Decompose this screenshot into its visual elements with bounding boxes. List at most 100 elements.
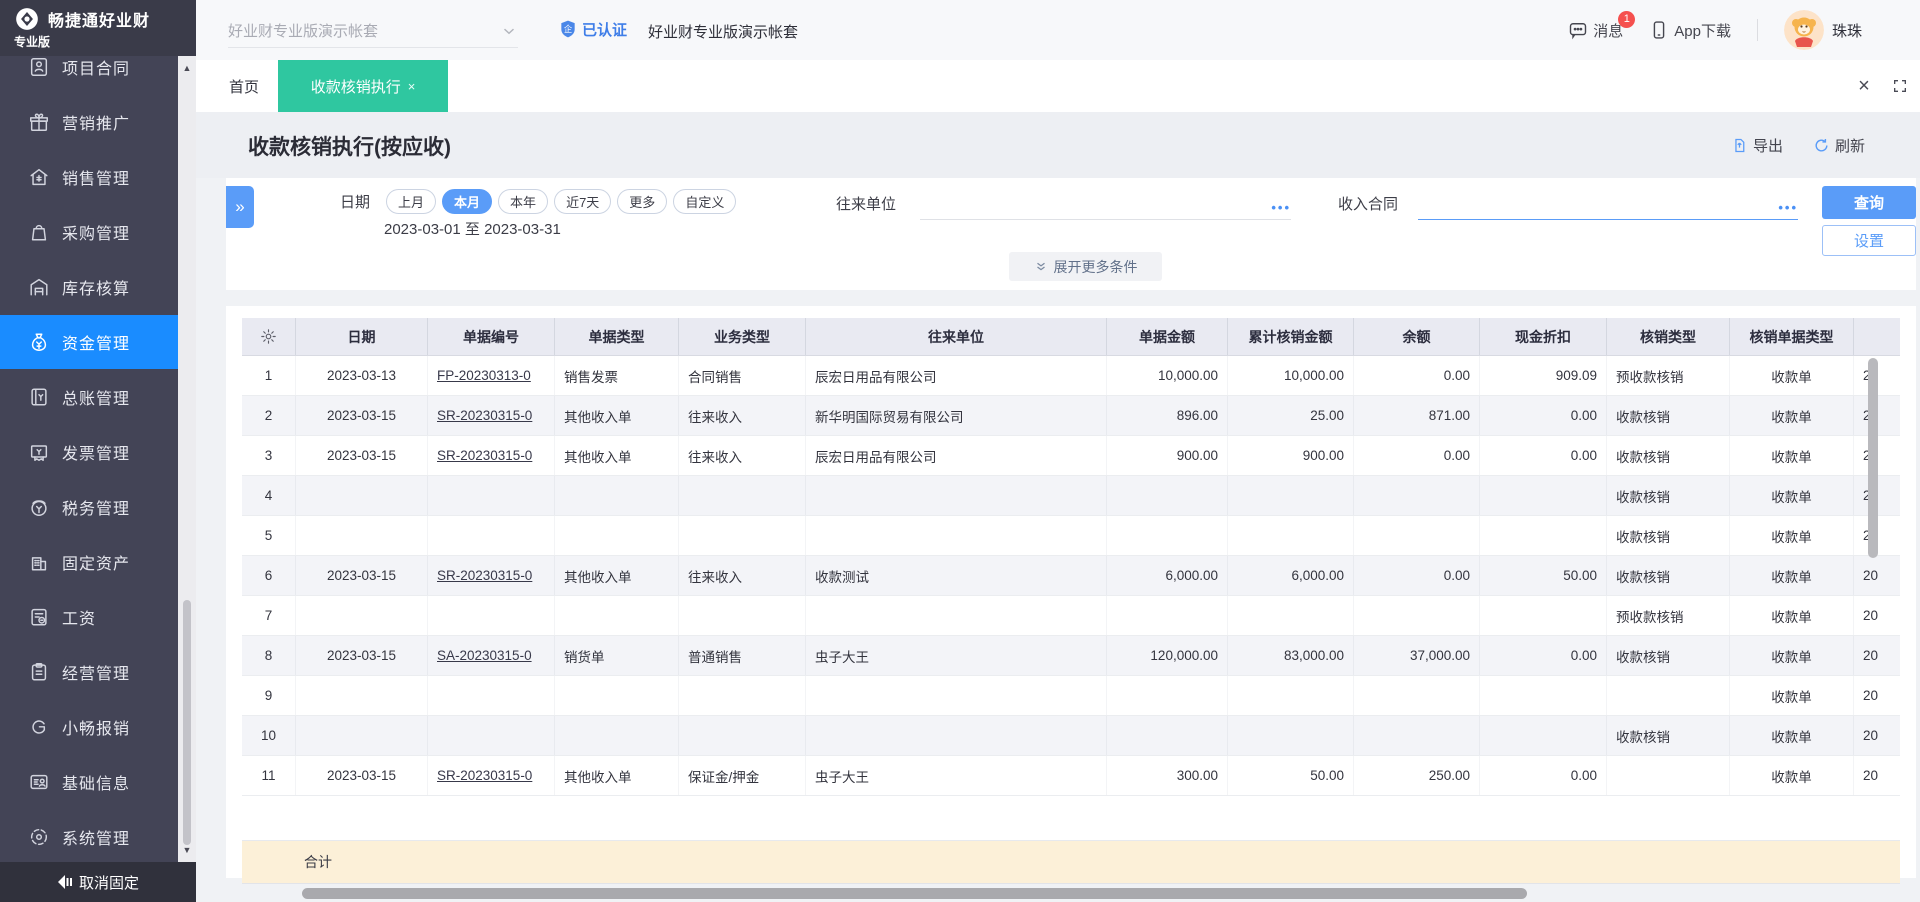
table-cell [555, 596, 679, 635]
export-button[interactable]: 导出 [1731, 135, 1783, 156]
table-cell: 其他收入单 [555, 436, 679, 475]
document-number-link[interactable]: SR-20230315-0 [437, 408, 532, 423]
refresh-button[interactable]: 刷新 [1813, 135, 1865, 156]
table-row[interactable]: 12023-03-13FP-20230313-0销售发票合同销售辰宏日用品有限公… [242, 356, 1900, 396]
table-cell: 收款单 [1730, 676, 1854, 715]
table-row[interactable]: 5收款核销收款单20 [242, 516, 1900, 556]
account-select[interactable]: 好业财专业版演示帐套 [228, 14, 518, 48]
expand-filter-sidebar-button[interactable]: » [226, 186, 254, 228]
row-number-cell: 7 [242, 596, 296, 635]
table-row[interactable]: 82023-03-15SA-20230315-0销货单普通销售虫子大王120,0… [242, 636, 1900, 676]
user-menu[interactable]: 珠珠 [1784, 10, 1862, 50]
vertical-scroll-thumb[interactable] [1868, 358, 1878, 558]
table-cell: SR-20230315-0 [428, 756, 555, 795]
contract-more-icon[interactable]: ••• [1778, 201, 1798, 214]
account-select-value: 好业财专业版演示帐套 [228, 20, 378, 41]
certified-badge[interactable]: 企 已认证 [558, 18, 627, 40]
table-cell [1107, 596, 1228, 635]
column-settings-gear-icon[interactable] [242, 318, 296, 355]
sidebar-item-sales[interactable]: 销售管理 [0, 157, 178, 197]
date-pill[interactable]: 上月 [386, 189, 436, 214]
table-row[interactable]: 7预收款核销收款单20 [242, 596, 1900, 636]
column-header[interactable]: 累计核销金额 [1228, 318, 1354, 355]
date-pill[interactable]: 自定义 [673, 189, 736, 214]
messages-button[interactable]: 消息 1 [1568, 20, 1623, 41]
contract-filter-input[interactable]: ••• [1418, 190, 1798, 220]
app-download-button[interactable]: App下载 [1649, 20, 1731, 41]
sidebar-item-tax[interactable]: 税务管理 [0, 487, 178, 527]
titlebar: 收款核销执行(按应收) 导出 刷新 [196, 112, 1920, 178]
expand-more-conditions-button[interactable]: 展开更多条件 [1009, 252, 1162, 281]
sidebar-scroll-thumb[interactable] [183, 600, 191, 845]
sidebar-scroll-up-icon[interactable]: ▲ [178, 60, 196, 76]
document-number-link[interactable]: SA-20230315-0 [437, 648, 532, 663]
column-header[interactable]: 单据金额 [1107, 318, 1228, 355]
document-number-link[interactable]: SR-20230315-0 [437, 448, 532, 463]
table-row[interactable]: 62023-03-15SR-20230315-0其他收入单往来收入收款测试6,0… [242, 556, 1900, 596]
column-header[interactable]: 核销类型 [1607, 318, 1730, 355]
column-header[interactable]: 单据类型 [555, 318, 679, 355]
sidebar-item-system[interactable]: 系统管理 [0, 817, 178, 857]
table-cell [1480, 676, 1607, 715]
sidebar-scroll-down-icon[interactable]: ▼ [178, 842, 196, 858]
sidebar-item-xiaochang-expense[interactable]: 小畅报销 [0, 707, 178, 747]
table-total-label: 合计 [304, 852, 332, 872]
sidebar-unpin-button[interactable]: 取消固定 [0, 862, 196, 902]
column-header[interactable]: 余额 [1354, 318, 1480, 355]
tab-home[interactable]: 首页 [212, 60, 276, 112]
sidebar-item-inventory[interactable]: 库存核算 [0, 267, 178, 307]
contract-filter-field: 收入合同 ••• [1338, 186, 1798, 220]
query-button[interactable]: 查询 [1822, 186, 1916, 219]
column-header[interactable]: 核销 [1854, 318, 1900, 355]
sidebar-item-general-ledger[interactable]: 总账管理 [0, 377, 178, 417]
column-header[interactable]: 业务类型 [679, 318, 806, 355]
table-row[interactable]: 32023-03-15SR-20230315-0其他收入单往来收入辰宏日用品有限… [242, 436, 1900, 476]
partner-filter-input[interactable]: ••• [920, 190, 1291, 220]
tab-close-icon[interactable]: × [408, 79, 416, 94]
settings-button[interactable]: 设置 [1822, 225, 1916, 256]
fullscreen-button[interactable] [1880, 60, 1920, 112]
column-header[interactable]: 单据编号 [428, 318, 555, 355]
table-cell: SR-20230315-0 [428, 396, 555, 435]
sidebar-item-operation[interactable]: 经营管理 [0, 652, 178, 692]
table-row[interactable]: 22023-03-15SR-20230315-0其他收入单往来收入新华明国际贸易… [242, 396, 1900, 436]
sidebar-item-marketing[interactable]: 营销推广 [0, 102, 178, 142]
table-row[interactable]: 10收款核销收款单20 [242, 716, 1900, 756]
date-pill[interactable]: 近7天 [554, 189, 611, 214]
close-all-tabs-button[interactable]: × [1844, 60, 1884, 112]
column-header[interactable]: 现金折扣 [1480, 318, 1607, 355]
tab-active[interactable]: 收款核销执行 × [278, 60, 448, 112]
horizontal-scroll-thumb[interactable] [302, 888, 1527, 899]
sidebar-item-project-contract[interactable]: 项目合同 [0, 56, 178, 87]
column-header[interactable]: 核销单据类型 [1730, 318, 1854, 355]
table-row[interactable]: 4收款核销收款单20 [242, 476, 1900, 516]
date-pill[interactable]: 更多 [617, 189, 667, 214]
table-row[interactable]: 112023-03-15SR-20230315-0其他收入单保证金/押金虫子大王… [242, 756, 1900, 796]
brand-logo-block[interactable]: 畅捷通好业财 专业版 [0, 0, 196, 56]
sidebar-item-label: 资金管理 [62, 330, 130, 354]
partner-more-icon[interactable]: ••• [1271, 201, 1291, 214]
sidebar-item-payroll[interactable]: 工资 [0, 597, 178, 637]
date-pill[interactable]: 本月 [442, 189, 492, 214]
sidebar-item-label: 经营管理 [62, 660, 130, 684]
sidebar-item-fixed-assets[interactable]: 固定资产 [0, 542, 178, 582]
row-number-cell: 1 [242, 356, 296, 395]
table-cell: 20 [1854, 556, 1900, 595]
table-row[interactable]: 9收款单20 [242, 676, 1900, 716]
double-chevron-down-icon [1034, 260, 1048, 274]
brand-edition: 专业版 [14, 33, 196, 50]
document-number-link[interactable]: SR-20230315-0 [437, 768, 532, 783]
sidebar-item-invoice[interactable]: 发票管理 [0, 432, 178, 472]
sidebar-item-funds[interactable]: 资金管理 [0, 315, 178, 369]
sidebar-item-purchase[interactable]: 采购管理 [0, 212, 178, 252]
document-number-link[interactable]: SR-20230315-0 [437, 568, 532, 583]
column-header[interactable]: 往来单位 [806, 318, 1107, 355]
column-header[interactable]: 日期 [296, 318, 428, 355]
sidebar-item-basic-info[interactable]: 基础信息 [0, 762, 178, 802]
table-cell [1480, 716, 1607, 755]
phone-icon [1649, 20, 1669, 40]
date-pill[interactable]: 本年 [498, 189, 548, 214]
export-label: 导出 [1753, 135, 1783, 156]
document-number-link[interactable]: FP-20230313-0 [437, 368, 531, 383]
table-cell [806, 476, 1107, 515]
